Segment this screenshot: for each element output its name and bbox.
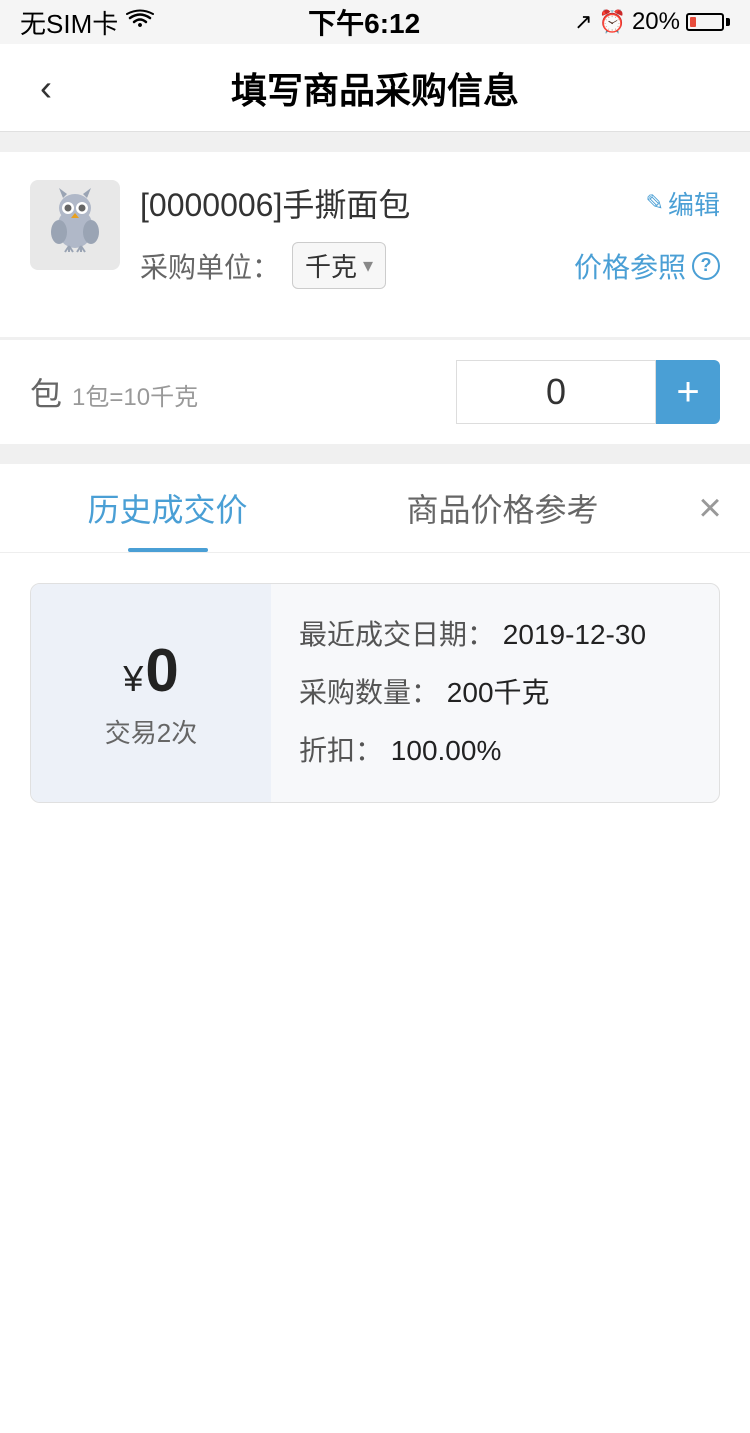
battery-icon <box>686 13 730 31</box>
recent-date-label: 最近成交日期： <box>299 619 495 650</box>
quantity-row: 包 1包=10千克 0 + <box>0 339 750 444</box>
recent-date-row: 最近成交日期： 2019-12-30 <box>299 614 691 656</box>
tab-history-label: 历史成交价 <box>87 485 247 531</box>
edit-icon: ✎ <box>646 190 664 216</box>
status-right: ↗ ⏰ 20% <box>574 8 730 36</box>
history-trades-count: 交易2次 <box>105 713 197 750</box>
product-name: [0000006]手撕面包 <box>140 180 410 226</box>
discount-row: 折扣： 100.00% <box>299 730 691 772</box>
location-icon: ↗ <box>574 9 592 35</box>
purchase-unit-label: 采购单位： <box>140 246 280 286</box>
history-details-section: 最近成交日期： 2019-12-30 采购数量： 200千克 折扣： 100.0… <box>271 584 719 802</box>
price-amount: 0 <box>145 636 178 705</box>
battery-percent: 20% <box>632 8 680 36</box>
purchase-qty-label: 采购数量： <box>299 677 439 708</box>
tabs-header: 历史成交价 商品价格参考 × <box>0 464 750 553</box>
wifi-icon <box>126 7 154 38</box>
quantity-plus-button[interactable]: + <box>656 360 720 424</box>
unit-selector[interactable]: 千克 ▾ <box>292 242 386 289</box>
network-label: 无SIM卡 <box>20 4 118 41</box>
tab-history-price[interactable]: 历史成交价 <box>0 464 335 552</box>
purchase-qty-row: 采购数量： 200千克 <box>299 672 691 714</box>
close-icon: × <box>698 486 721 531</box>
product-card: [0000006]手撕面包 ✎ 编辑 采购单位： 千克 ▾ 价格参照 ? <box>0 152 750 337</box>
page-title: 填写商品采购信息 <box>231 62 519 114</box>
quantity-label-group: 包 1包=10千克 <box>30 369 198 415</box>
tab-price-reference[interactable]: 商品价格参考 <box>335 464 670 552</box>
discount-value: 100.00% <box>391 735 502 766</box>
edit-label: 编辑 <box>668 185 720 222</box>
product-info: [0000006]手撕面包 ✎ 编辑 采购单位： 千克 ▾ 价格参照 ? <box>140 180 720 289</box>
plus-icon: + <box>676 372 699 412</box>
help-icon: ? <box>692 252 720 280</box>
recent-date-value: 2019-12-30 <box>503 619 646 650</box>
tab-price-ref-label: 商品价格参考 <box>406 485 598 531</box>
quantity-value: 0 <box>546 371 566 413</box>
quantity-input-group: 0 + <box>456 360 720 424</box>
time-display: 下午6:12 <box>308 2 420 42</box>
price-reference-button[interactable]: 价格参照 ? <box>574 246 720 286</box>
unit-value: 千克 <box>305 247 357 284</box>
dropdown-arrow-icon: ▾ <box>363 253 373 278</box>
history-content: ¥ 0 交易2次 最近成交日期： 2019-12-30 采购数量： 200千克 … <box>0 553 750 833</box>
nav-bar: ‹ 填写商品采购信息 <box>0 44 750 132</box>
discount-label: 折扣： <box>299 735 383 766</box>
back-button[interactable]: ‹ <box>24 66 68 110</box>
price-symbol: ¥ <box>123 658 143 700</box>
quantity-input[interactable]: 0 <box>456 360 656 424</box>
clock-icon: ⏰ <box>599 9 626 35</box>
status-left: 无SIM卡 <box>20 4 154 41</box>
tab-close-button[interactable]: × <box>670 464 750 552</box>
price-ref-label: 价格参照 <box>574 246 686 286</box>
tab-active-underline <box>128 548 208 552</box>
quantity-unit-label: 包 <box>30 369 62 415</box>
product-owl-icon <box>41 186 109 265</box>
history-price-section: ¥ 0 交易2次 <box>31 584 271 802</box>
history-card: ¥ 0 交易2次 最近成交日期： 2019-12-30 采购数量： 200千克 … <box>30 583 720 803</box>
history-price-display: ¥ 0 <box>123 636 178 705</box>
bottom-area <box>0 833 750 1433</box>
product-thumbnail <box>30 180 120 270</box>
back-arrow-icon: ‹ <box>40 70 52 106</box>
edit-button[interactable]: ✎ 编辑 <box>646 185 720 222</box>
quantity-conversion-label: 1包=10千克 <box>72 377 198 412</box>
purchase-qty-value: 200千克 <box>447 677 550 708</box>
tabs-container: 历史成交价 商品价格参考 × ¥ 0 交易2次 最近成交日期： 2019-12-… <box>0 464 750 833</box>
status-bar: 无SIM卡 下午6:12 ↗ ⏰ 20% <box>0 0 750 44</box>
